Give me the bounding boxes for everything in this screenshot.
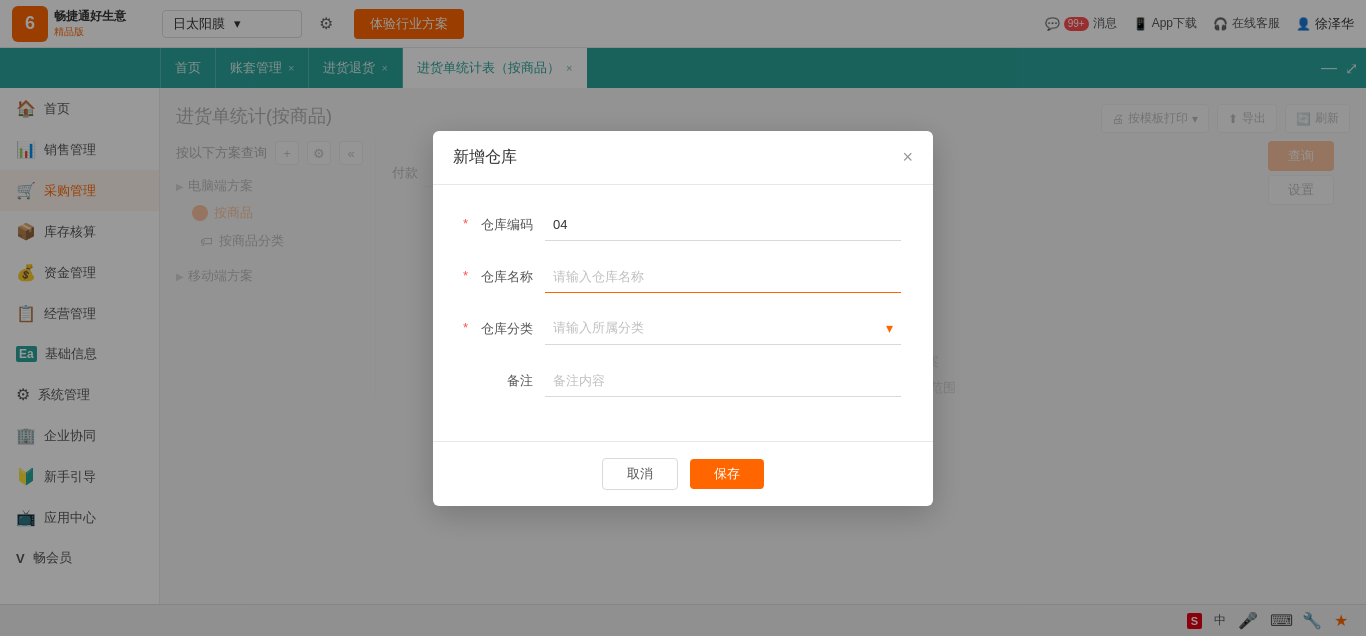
modal-overlay: 新增仓库 × 仓库编码 仓库名称 仓库分类 请输入所属分类 ▾ xyxy=(0,0,1366,636)
warehouse-code-field: 仓库编码 xyxy=(465,209,901,241)
modal-body: 仓库编码 仓库名称 仓库分类 请输入所属分类 ▾ 备注 xyxy=(433,185,933,441)
remark-label: 备注 xyxy=(465,372,545,390)
remark-input[interactable] xyxy=(545,365,901,397)
warehouse-name-label: 仓库名称 xyxy=(465,268,545,286)
category-dropdown-icon: ▾ xyxy=(886,320,893,336)
warehouse-code-label: 仓库编码 xyxy=(465,216,545,234)
new-warehouse-modal: 新增仓库 × 仓库编码 仓库名称 仓库分类 请输入所属分类 ▾ xyxy=(433,131,933,506)
modal-footer: 取消 保存 xyxy=(433,441,933,506)
warehouse-code-input[interactable] xyxy=(545,209,901,241)
warehouse-category-placeholder: 请输入所属分类 xyxy=(553,319,886,337)
warehouse-category-select[interactable]: 请输入所属分类 ▾ xyxy=(545,313,901,345)
remark-field: 备注 xyxy=(465,365,901,397)
cancel-button[interactable]: 取消 xyxy=(602,458,678,490)
modal-title: 新增仓库 xyxy=(453,147,517,168)
warehouse-category-field: 仓库分类 请输入所属分类 ▾ xyxy=(465,313,901,345)
save-button[interactable]: 保存 xyxy=(690,459,764,489)
warehouse-category-label: 仓库分类 xyxy=(465,320,545,338)
modal-close-button[interactable]: × xyxy=(902,147,913,168)
warehouse-name-input[interactable] xyxy=(545,261,901,293)
modal-header: 新增仓库 × xyxy=(433,131,933,185)
warehouse-name-field: 仓库名称 xyxy=(465,261,901,293)
